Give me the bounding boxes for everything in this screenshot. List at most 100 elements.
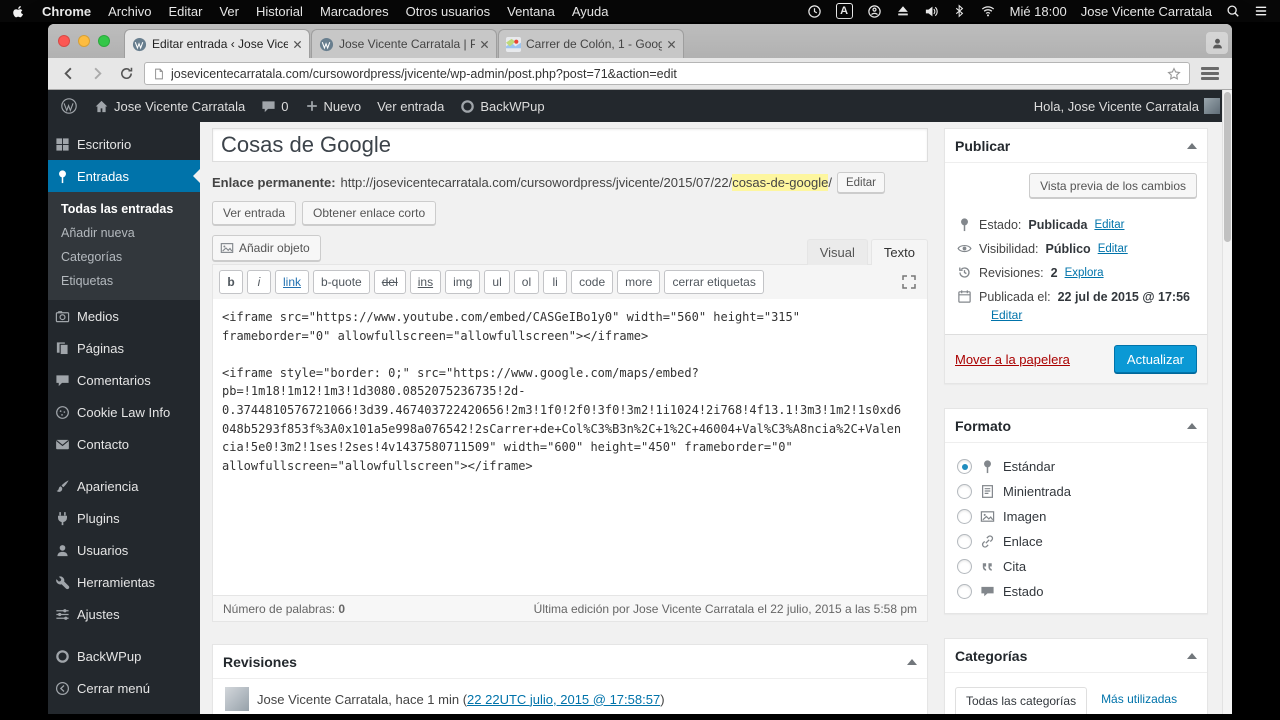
address-bar[interactable]: josevicentecarratala.com/cursowordpress/… [144, 62, 1190, 85]
sidebar-subitem-todas-las-entradas[interactable]: Todas las entradas [48, 197, 200, 221]
radio-button[interactable] [957, 559, 972, 574]
forward-button[interactable] [86, 63, 108, 85]
qt-more-button[interactable]: more [617, 270, 661, 294]
edit-date-link[interactable]: Editar [991, 308, 1022, 322]
notification-center-icon[interactable] [1254, 4, 1268, 18]
bookmark-star-icon[interactable] [1167, 66, 1181, 81]
qt-ins-button[interactable]: ins [409, 270, 442, 294]
tab-visual[interactable]: Visual [806, 239, 868, 265]
qt-blockquote-button[interactable]: b-quote [313, 270, 370, 294]
page-scrollbar[interactable] [1222, 90, 1232, 714]
toggle-panel-icon[interactable] [907, 654, 917, 665]
menu-ventana[interactable]: Ventana [507, 4, 555, 19]
wifi-icon[interactable] [980, 4, 996, 18]
permalink-slug[interactable]: cosas-de-google [732, 174, 829, 191]
minimize-window-button[interactable] [78, 35, 90, 47]
sidebar-item-comentarios[interactable]: Comentarios [48, 364, 200, 396]
sidebar-item-plugins[interactable]: Plugins [48, 502, 200, 534]
tab-all-categories[interactable]: Todas las categorías [955, 687, 1088, 714]
menu-editar[interactable]: Editar [168, 4, 202, 19]
radio-button[interactable] [957, 459, 972, 474]
qt-bold-button[interactable]: b [219, 270, 243, 294]
format-header[interactable]: Formato [945, 409, 1207, 443]
qt-link-button[interactable]: link [275, 270, 310, 294]
menu-clock[interactable]: Mié 18:00 [1010, 4, 1067, 19]
qt-italic-button[interactable]: i [247, 270, 271, 294]
qt-code-button[interactable]: code [571, 270, 614, 294]
add-media-button[interactable]: Añadir objeto [212, 235, 321, 261]
spotlight-icon[interactable] [1226, 4, 1240, 18]
menu-historial[interactable]: Historial [256, 4, 303, 19]
sidebar-item-apariencia[interactable]: Apariencia [48, 470, 200, 502]
radio-button[interactable] [957, 509, 972, 524]
browse-revisions-link[interactable]: Explora [1065, 267, 1104, 279]
format-option-estado[interactable]: Estado [957, 584, 1195, 599]
format-option-imagen[interactable]: Imagen [957, 509, 1195, 524]
format-option-estandar[interactable]: Estándar [957, 459, 1195, 474]
reload-button[interactable] [115, 63, 137, 85]
menu-chrome[interactable]: Chrome [42, 4, 91, 19]
site-name-menu[interactable]: Jose Vicente Carratala [86, 90, 253, 122]
post-title-input[interactable]: Cosas de Google [212, 128, 928, 162]
wp-logo-menu[interactable] [52, 90, 86, 122]
time-machine-icon[interactable] [807, 4, 822, 19]
format-option-enlace[interactable]: Enlace [957, 534, 1195, 549]
toggle-panel-icon[interactable] [1187, 138, 1197, 149]
menu-user-name[interactable]: Jose Vicente Carratala [1081, 4, 1212, 19]
radio-button[interactable] [957, 584, 972, 599]
qt-ol-button[interactable]: ol [513, 270, 540, 294]
menu-ayuda[interactable]: Ayuda [572, 4, 609, 19]
sidebar-item-contacto[interactable]: Contacto [48, 428, 200, 460]
volume-icon[interactable] [924, 4, 939, 19]
menu-ver[interactable]: Ver [219, 4, 239, 19]
sidebar-item-cookie-law-info[interactable]: Cookie Law Info [48, 396, 200, 428]
move-to-trash-link[interactable]: Mover a la papelera [955, 352, 1070, 367]
tab-google-maps[interactable]: Carrer de Colón, 1 - Goog [498, 29, 684, 58]
my-account-menu[interactable]: Hola, Jose Vicente Carratala [1026, 90, 1228, 122]
format-option-cita[interactable]: Cita [957, 559, 1195, 574]
tab-jose-vicente-carratala[interactable]: Jose Vicente Carratala | Pr [311, 29, 497, 58]
close-tab-icon[interactable] [480, 40, 489, 49]
sidebar-item-ajustes[interactable]: Ajustes [48, 598, 200, 630]
sidebar-subitem-etiquetas[interactable]: Etiquetas [48, 269, 200, 293]
bluetooth-icon[interactable] [953, 4, 966, 18]
menu-archivo[interactable]: Archivo [108, 4, 151, 19]
sidebar-item-usuarios[interactable]: Usuarios [48, 534, 200, 566]
sidebar-item-cerrar-menu[interactable]: Cerrar menú [48, 672, 200, 704]
view-post-menu[interactable]: Ver entrada [369, 90, 452, 122]
input-source-icon[interactable]: A [835, 3, 853, 19]
edit-permalink-button[interactable]: Editar [836, 172, 885, 193]
backwpup-menu[interactable]: BackWPup [452, 90, 552, 122]
eject-icon[interactable] [896, 4, 910, 18]
tab-most-used[interactable]: Más utilizadas [1101, 692, 1177, 714]
edit-status-link[interactable]: Editar [1094, 219, 1124, 231]
chrome-menu-icon[interactable] [1197, 63, 1223, 85]
accessibility-icon[interactable] [867, 4, 882, 19]
sidebar-item-backwpup[interactable]: BackWPup [48, 640, 200, 672]
sidebar-item-paginas[interactable]: Páginas [48, 332, 200, 364]
revisions-header[interactable]: Revisiones [213, 645, 927, 679]
revision-link[interactable]: 22 22UTC julio, 2015 @ 17:58:57 [467, 692, 660, 707]
tab-texto[interactable]: Texto [870, 239, 928, 265]
new-content-menu[interactable]: Nuevo [297, 90, 370, 122]
close-window-button[interactable] [58, 35, 70, 47]
scrollbar-thumb[interactable] [1224, 92, 1231, 242]
chrome-profile-button[interactable] [1206, 32, 1228, 54]
preview-changes-button[interactable]: Vista previa de los cambios [1029, 173, 1197, 198]
radio-button[interactable] [957, 484, 972, 499]
get-shortlink-button[interactable]: Obtener enlace corto [302, 201, 437, 225]
sidebar-item-escritorio[interactable]: Escritorio [48, 128, 200, 160]
update-button[interactable]: Actualizar [1113, 345, 1197, 373]
close-tab-icon[interactable] [667, 40, 676, 49]
format-option-minientrada[interactable]: Minientrada [957, 484, 1195, 499]
menu-otros-usuarios[interactable]: Otros usuarios [406, 4, 491, 19]
menu-marcadores[interactable]: Marcadores [320, 4, 389, 19]
categories-header[interactable]: Categorías [945, 639, 1207, 673]
apple-menu-icon[interactable] [12, 4, 25, 19]
sidebar-item-herramientas[interactable]: Herramientas [48, 566, 200, 598]
sidebar-item-medios[interactable]: Medios [48, 300, 200, 332]
toggle-panel-icon[interactable] [1187, 648, 1197, 659]
edit-visibility-link[interactable]: Editar [1098, 243, 1128, 255]
post-content-textarea[interactable]: <iframe src="https://www.youtube.com/emb… [213, 299, 927, 595]
qt-img-button[interactable]: img [445, 270, 481, 294]
